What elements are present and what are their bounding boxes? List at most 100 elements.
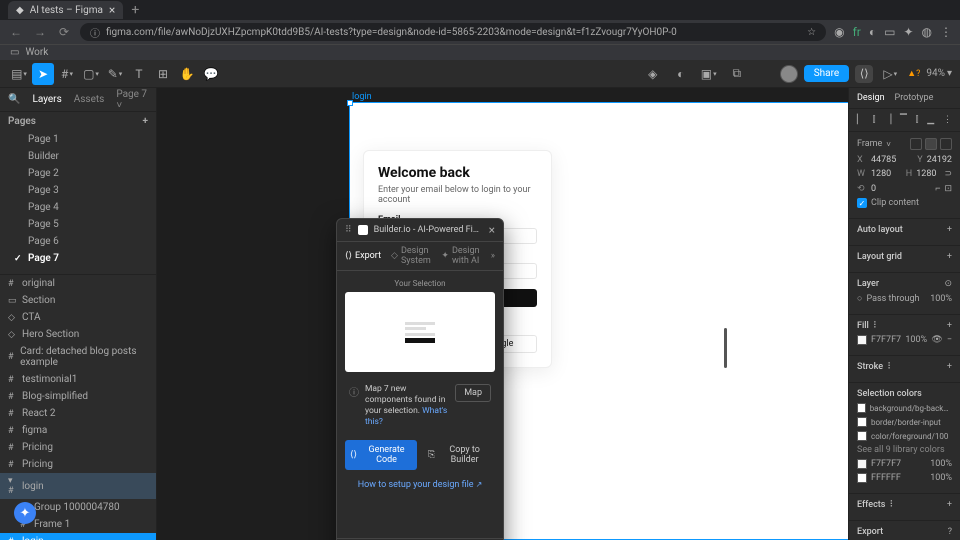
page-selector[interactable]: Page 7 ˅ bbox=[116, 89, 148, 111]
builder-plugin-window[interactable]: ⠿ Builder.io - AI-Powered Figma to Code … bbox=[336, 218, 504, 540]
color-name[interactable]: background/bg-background bbox=[870, 404, 952, 413]
dev-mode-toggle[interactable]: ⟨⟩ bbox=[855, 65, 873, 83]
effects-styles-icon[interactable]: ⠇ bbox=[889, 500, 896, 510]
blend-icon[interactable]: ○ bbox=[857, 293, 862, 304]
fill-styles-icon[interactable]: ⠇ bbox=[873, 321, 880, 331]
opacity-value[interactable]: 100% bbox=[930, 294, 952, 304]
shape-tool[interactable]: ▢▾ bbox=[80, 63, 102, 85]
add-auto-layout[interactable]: + bbox=[947, 225, 952, 235]
layer-item[interactable]: #figma bbox=[0, 422, 156, 439]
w-value[interactable]: 1280 bbox=[871, 169, 891, 179]
blend-mode[interactable]: Pass through bbox=[866, 294, 919, 304]
move-tool[interactable]: ➤ bbox=[32, 63, 54, 85]
fill-hex[interactable]: F7F7F7 bbox=[871, 335, 901, 345]
stroke-styles-icon[interactable]: ⠇ bbox=[887, 362, 894, 372]
add-stroke[interactable]: + bbox=[947, 362, 952, 372]
prototype-tab[interactable]: Prototype bbox=[895, 93, 934, 103]
remove-icon[interactable]: − bbox=[947, 335, 952, 345]
more-tabs-icon[interactable]: » bbox=[491, 251, 495, 261]
resize-fixed[interactable] bbox=[910, 138, 922, 150]
resources-tool[interactable]: ⊞ bbox=[152, 63, 174, 85]
page-item[interactable]: ✓Page 7 bbox=[0, 250, 156, 267]
text-tool[interactable]: T bbox=[128, 63, 150, 85]
plugin-fab[interactable]: ✦ bbox=[14, 502, 36, 524]
frame-type[interactable]: Frame bbox=[857, 139, 882, 149]
design-tab[interactable]: Design bbox=[857, 93, 885, 103]
add-effect[interactable]: + bbox=[947, 500, 952, 510]
forward-button[interactable]: → bbox=[32, 25, 48, 39]
share-button[interactable]: Share bbox=[804, 65, 849, 82]
add-fill[interactable]: + bbox=[947, 321, 952, 331]
layer-item[interactable]: #Card: detached blog posts example bbox=[0, 343, 156, 371]
bookmark-folder[interactable]: Work bbox=[25, 47, 48, 58]
generate-code-button[interactable]: ⟨⟩ Generate Code bbox=[345, 440, 417, 470]
frame-tool[interactable]: #▾ bbox=[56, 63, 78, 85]
layer-item[interactable]: #original bbox=[0, 275, 156, 292]
layer-item[interactable]: #login bbox=[0, 533, 156, 540]
color-name[interactable]: border/border-input bbox=[871, 418, 941, 427]
crop-icon[interactable]: ⧉ bbox=[726, 63, 748, 85]
panel-resize-handle[interactable] bbox=[724, 328, 727, 368]
layer-item[interactable]: ◇Hero Section bbox=[0, 326, 156, 343]
color-swatch[interactable] bbox=[857, 417, 867, 427]
visibility-icon[interactable]: 👁 bbox=[931, 335, 942, 345]
corner-icon[interactable]: ⌐ bbox=[935, 183, 940, 194]
help-icon[interactable]: ? bbox=[948, 527, 952, 537]
back-button[interactable]: ← bbox=[8, 25, 24, 39]
rotation-value[interactable]: 0 bbox=[871, 184, 876, 194]
component-icon[interactable]: ◈ bbox=[642, 63, 664, 85]
resize-handle[interactable] bbox=[347, 100, 353, 106]
add-grid[interactable]: + bbox=[947, 252, 952, 262]
y-value[interactable]: 24192 bbox=[927, 155, 952, 165]
layer-item[interactable]: #testimonial1 bbox=[0, 371, 156, 388]
design-system-tab[interactable]: ◇ Design System bbox=[391, 246, 431, 266]
page-item[interactable]: Page 3 bbox=[0, 182, 156, 199]
distribute-icon[interactable]: ⋮ bbox=[943, 115, 952, 125]
frame-label[interactable]: login bbox=[352, 92, 372, 102]
url-bar[interactable]: ⓘ figma.com/file/awNoDjzUXHZpcmpK0tdd9B5… bbox=[80, 23, 826, 41]
page-item[interactable]: Page 2 bbox=[0, 165, 156, 182]
add-page-button[interactable]: + bbox=[143, 116, 149, 127]
present-button[interactable]: ▷▾ bbox=[879, 63, 901, 85]
design-ai-tab[interactable]: ✦ Design with AI bbox=[441, 246, 480, 266]
corner-expand-icon[interactable]: ⊡ bbox=[944, 184, 952, 194]
export-tab[interactable]: ⟨⟩ Export bbox=[345, 251, 381, 261]
map-button[interactable]: Map bbox=[455, 384, 491, 402]
color-swatch[interactable] bbox=[857, 403, 866, 413]
site-info-icon[interactable]: ⓘ bbox=[90, 25, 100, 40]
extension-icon[interactable]: fr bbox=[853, 25, 861, 39]
boolean-icon[interactable]: ▣▾ bbox=[698, 63, 720, 85]
new-tab-button[interactable]: + bbox=[131, 2, 139, 18]
align-bottom-icon[interactable]: ▁ bbox=[927, 115, 934, 125]
layer-item[interactable]: #Blog-simplified bbox=[0, 388, 156, 405]
page-item[interactable]: Page 5 bbox=[0, 216, 156, 233]
page-item[interactable]: Page 6 bbox=[0, 233, 156, 250]
drag-handle-icon[interactable]: ⠿ bbox=[345, 225, 352, 235]
menu-icon[interactable]: ⋮ bbox=[940, 25, 952, 39]
zoom-control[interactable]: 94%▾ bbox=[926, 68, 952, 79]
color-name[interactable]: color/foreground/100 bbox=[871, 432, 948, 441]
reload-button[interactable]: ⟳ bbox=[56, 25, 72, 39]
layer-item[interactable]: #Pricing bbox=[0, 439, 156, 456]
layers-tab[interactable]: Layers bbox=[32, 94, 61, 105]
align-hcenter-icon[interactable]: ⫿ bbox=[873, 115, 876, 125]
user-avatar[interactable] bbox=[780, 65, 798, 83]
resize-hug[interactable] bbox=[925, 138, 937, 150]
canvas[interactable]: login Welcome back Enter your email belo… bbox=[157, 88, 848, 540]
x-value[interactable]: 44785 bbox=[871, 155, 896, 165]
link-icon[interactable]: ⊃ bbox=[944, 169, 952, 179]
extension-icon[interactable]: ▭ bbox=[884, 25, 895, 39]
comment-tool[interactable]: 💬 bbox=[200, 63, 222, 85]
color-swatch[interactable] bbox=[857, 473, 867, 483]
figma-menu[interactable]: ▤▾ bbox=[8, 63, 30, 85]
layer-item[interactable]: ▾ #login bbox=[0, 473, 156, 499]
resize-fill[interactable] bbox=[940, 138, 952, 150]
clip-checkbox[interactable]: ✓ bbox=[857, 198, 867, 208]
align-right-icon[interactable]: ▕ bbox=[884, 115, 891, 125]
pen-tool[interactable]: ✎▾ bbox=[104, 63, 126, 85]
page-item[interactable]: Page 4 bbox=[0, 199, 156, 216]
copy-to-builder-button[interactable]: ⎘ Copy to Builder bbox=[423, 440, 495, 470]
color-swatch[interactable] bbox=[857, 459, 867, 469]
page-item[interactable]: Page 1 bbox=[0, 131, 156, 148]
notification-badge[interactable]: ▲? bbox=[907, 68, 920, 79]
